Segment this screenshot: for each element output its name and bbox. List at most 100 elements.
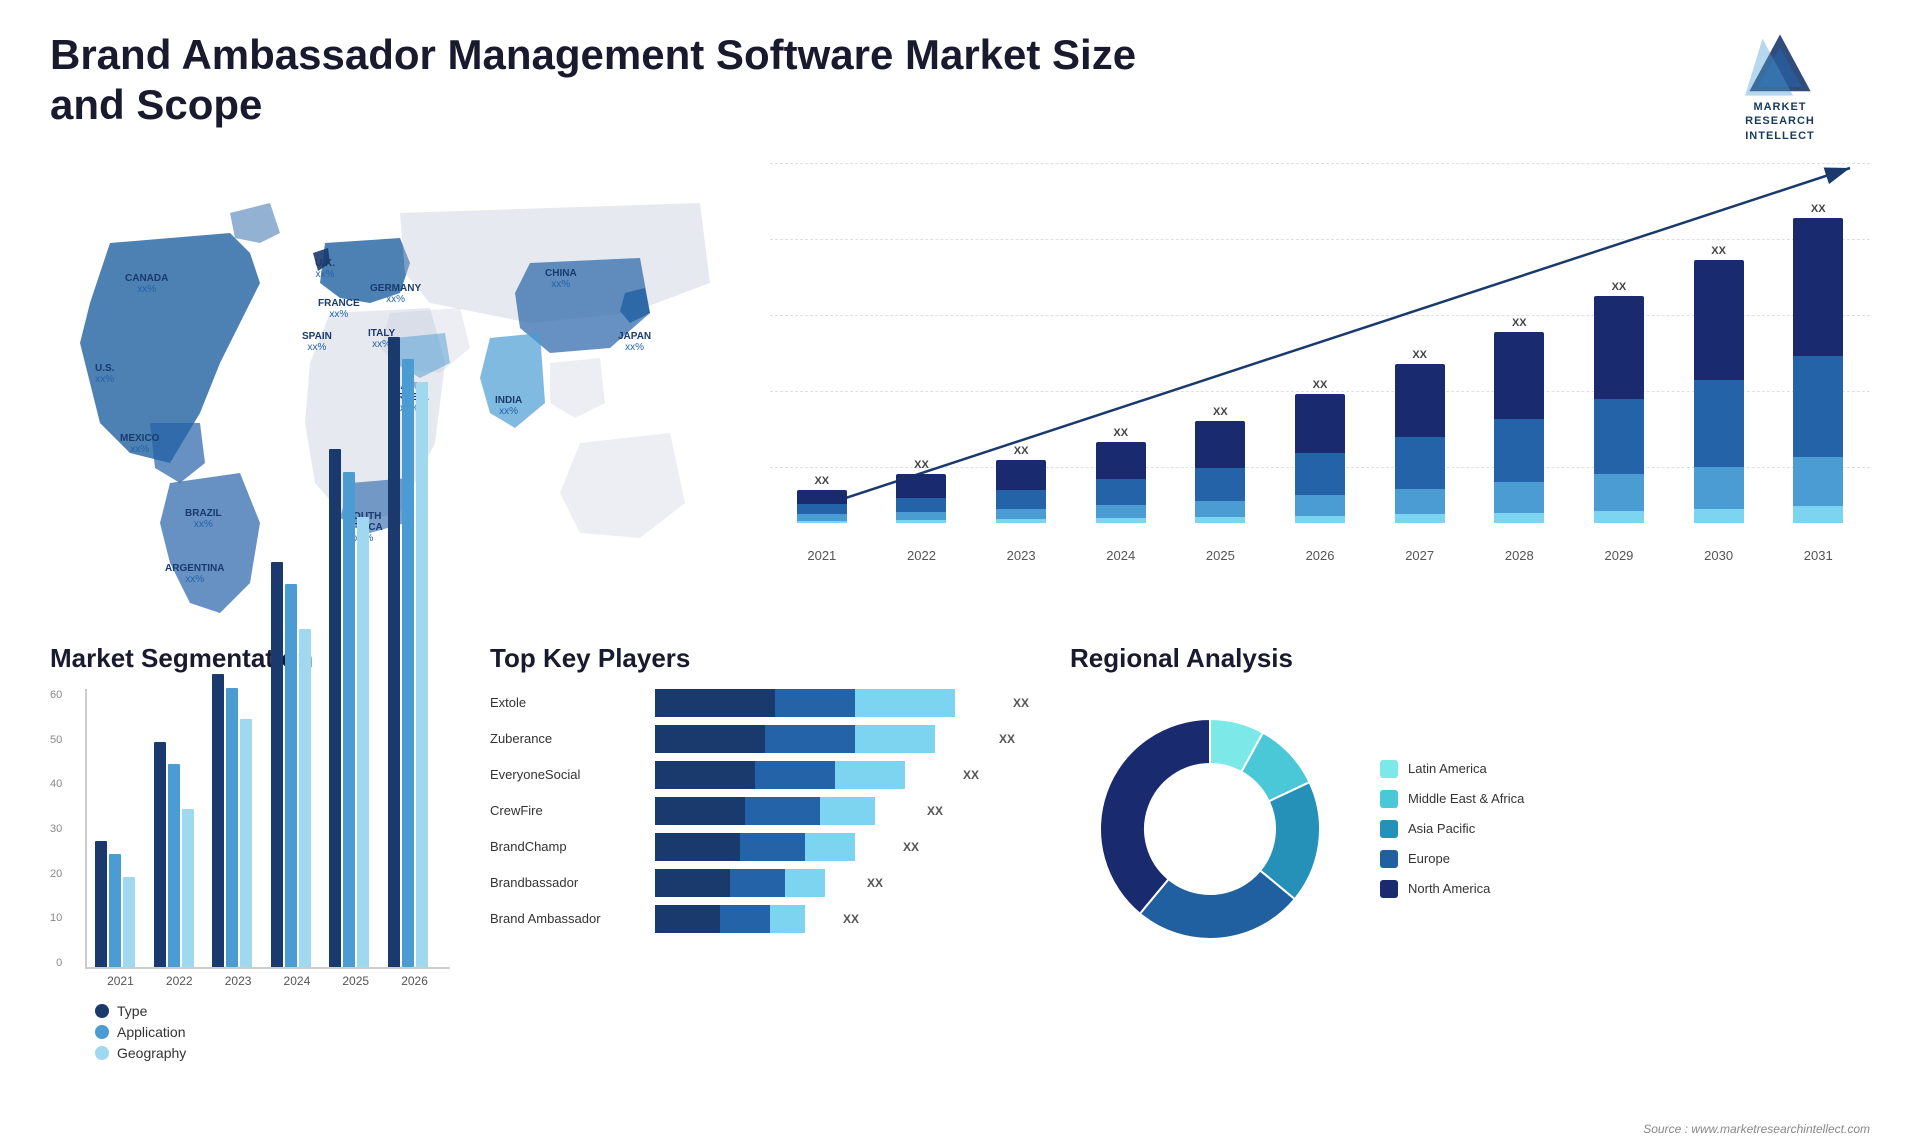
player-name-0: Extole [490, 695, 645, 710]
player-xx-6: XX [843, 912, 859, 926]
donut-svg [1070, 689, 1350, 969]
bar-xx-label-1: XX [914, 459, 929, 471]
bar-xx-label-10: XX [1811, 203, 1826, 215]
bar-chart: XXXXXXXXXXXXXXXXXXXXXX 20212022202320242… [770, 163, 1870, 573]
stacked-bar-9 [1694, 260, 1744, 523]
player-xx-1: XX [999, 732, 1015, 746]
player-bar-seg-3-1 [745, 797, 820, 825]
seg-bar-3-0 [271, 562, 283, 967]
player-bar-5 [655, 869, 859, 897]
seg-bars [85, 689, 450, 969]
player-bar-3 [655, 797, 919, 825]
label-spain: SPAINxx% [302, 331, 332, 353]
label-canada: CANADAxx% [125, 273, 168, 295]
player-row-5: BrandbassadorXX [490, 869, 1050, 897]
label-germany: GERMANYxx% [370, 283, 421, 305]
player-row-1: ZuberanceXX [490, 725, 1050, 753]
player-row-2: EveryoneSocial XX [490, 761, 1050, 789]
seg-bar-5-0 [388, 337, 400, 967]
bar-segment-2-3 [996, 519, 1046, 523]
player-name-2: EveryoneSocial [490, 767, 645, 782]
player-name-4: BrandChamp [490, 839, 645, 854]
bar-segment-1-2 [896, 512, 946, 520]
players-title: Top Key Players [490, 643, 1050, 674]
player-bar-seg-6-2 [770, 905, 805, 933]
content-area: CANADAxx% U.S.xx% MEXICOxx% BRAZILxx% AR… [50, 163, 1870, 623]
bar-x-label-10: 2031 [1771, 548, 1865, 563]
bar-segment-5-0 [1295, 394, 1345, 453]
label-china: CHINAxx% [545, 268, 577, 290]
label-mexico: MEXICOxx% [120, 433, 159, 455]
bar-group-5: XX [1273, 379, 1367, 523]
legend-item-0: Type [95, 1003, 450, 1019]
label-argentina: ARGENTINAxx% [165, 563, 224, 585]
stacked-bar-1 [896, 474, 946, 523]
player-bar-seg-5-2 [785, 869, 825, 897]
seg-bar-group-3 [271, 562, 326, 967]
seg-bar-5-1 [402, 359, 414, 967]
seg-bar-4-0 [329, 449, 341, 967]
player-bar-container-0: XX [655, 689, 1050, 717]
player-bar-seg-2-1 [755, 761, 835, 789]
seg-bar-2-0 [212, 674, 224, 967]
player-row-6: Brand Ambassador XX [490, 905, 1050, 933]
logo-icon [1745, 30, 1815, 100]
bar-xx-label-2: XX [1014, 445, 1029, 457]
regional-legend-item-0: Latin America [1380, 760, 1524, 778]
seg-bar-0-2 [123, 877, 135, 967]
bars-container: XXXXXXXXXXXXXXXXXXXXXX [770, 163, 1870, 523]
bar-x-label-1: 2022 [875, 548, 969, 563]
bar-segment-7-0 [1494, 332, 1544, 419]
regional-section: Regional Analysis Latin AmericaMiddle Ea… [1070, 643, 1870, 1123]
stacked-bar-0 [797, 490, 847, 523]
player-bar-seg-0-0 [655, 689, 775, 717]
legend-label-1: Application [117, 1024, 186, 1040]
player-bar-6 [655, 905, 835, 933]
bar-xx-label-3: XX [1113, 427, 1128, 439]
header: Brand Ambassador Management Software Mar… [50, 30, 1870, 143]
players-section: Top Key Players ExtoleXXZuberanceXXEvery… [470, 643, 1050, 1123]
bar-segment-8-1 [1594, 399, 1644, 474]
seg-bar-group-2 [212, 674, 267, 967]
player-bar-0 [655, 689, 1005, 717]
bar-segment-1-0 [896, 474, 946, 497]
stacked-bar-5 [1295, 394, 1345, 523]
player-bar-seg-3-0 [655, 797, 745, 825]
y-label-0: 0 [56, 957, 62, 969]
seg-bar-group-1 [154, 742, 209, 967]
bar-x-label-0: 2021 [775, 548, 869, 563]
player-name-6: Brand Ambassador [490, 911, 645, 926]
bar-segment-7-1 [1494, 419, 1544, 482]
regional-legend-dot-0 [1380, 760, 1398, 778]
source-text: Source : www.marketresearchintellect.com [1643, 1122, 1870, 1136]
bar-segment-8-0 [1594, 296, 1644, 399]
bar-xx-label-9: XX [1711, 245, 1726, 257]
regional-legend-label-1: Middle East & Africa [1408, 791, 1524, 806]
legend-dot-2 [95, 1046, 109, 1060]
bar-group-2: XX [974, 445, 1068, 523]
bar-segment-0-0 [797, 490, 847, 504]
segmentation-section: Market Segmentation 60 50 40 30 20 10 0 … [50, 643, 450, 1123]
regional-legend-label-3: Europe [1408, 851, 1450, 866]
player-xx-0: XX [1013, 696, 1029, 710]
seg-x-label-2: 2023 [211, 974, 266, 988]
bar-group-10: XX [1771, 203, 1865, 523]
bar-segment-2-1 [996, 490, 1046, 509]
regional-legend-dot-2 [1380, 820, 1398, 838]
bar-segment-10-3 [1793, 506, 1843, 522]
player-bar-seg-3-2 [820, 797, 875, 825]
label-india: INDIAxx% [495, 395, 522, 417]
bar-group-1: XX [875, 459, 969, 523]
seg-bar-2-2 [240, 719, 252, 967]
stacked-bar-7 [1494, 332, 1544, 523]
player-bar-4 [655, 833, 895, 861]
label-brazil: BRAZILxx% [185, 508, 222, 530]
player-xx-2: XX [963, 768, 979, 782]
bar-segment-7-2 [1494, 482, 1544, 513]
label-france: FRANCExx% [318, 298, 360, 320]
bar-segment-9-0 [1694, 260, 1744, 380]
seg-bar-3-2 [299, 629, 311, 967]
bar-xx-label-4: XX [1213, 406, 1228, 418]
player-bar-seg-5-0 [655, 869, 730, 897]
donut-segment-4 [1100, 719, 1210, 914]
